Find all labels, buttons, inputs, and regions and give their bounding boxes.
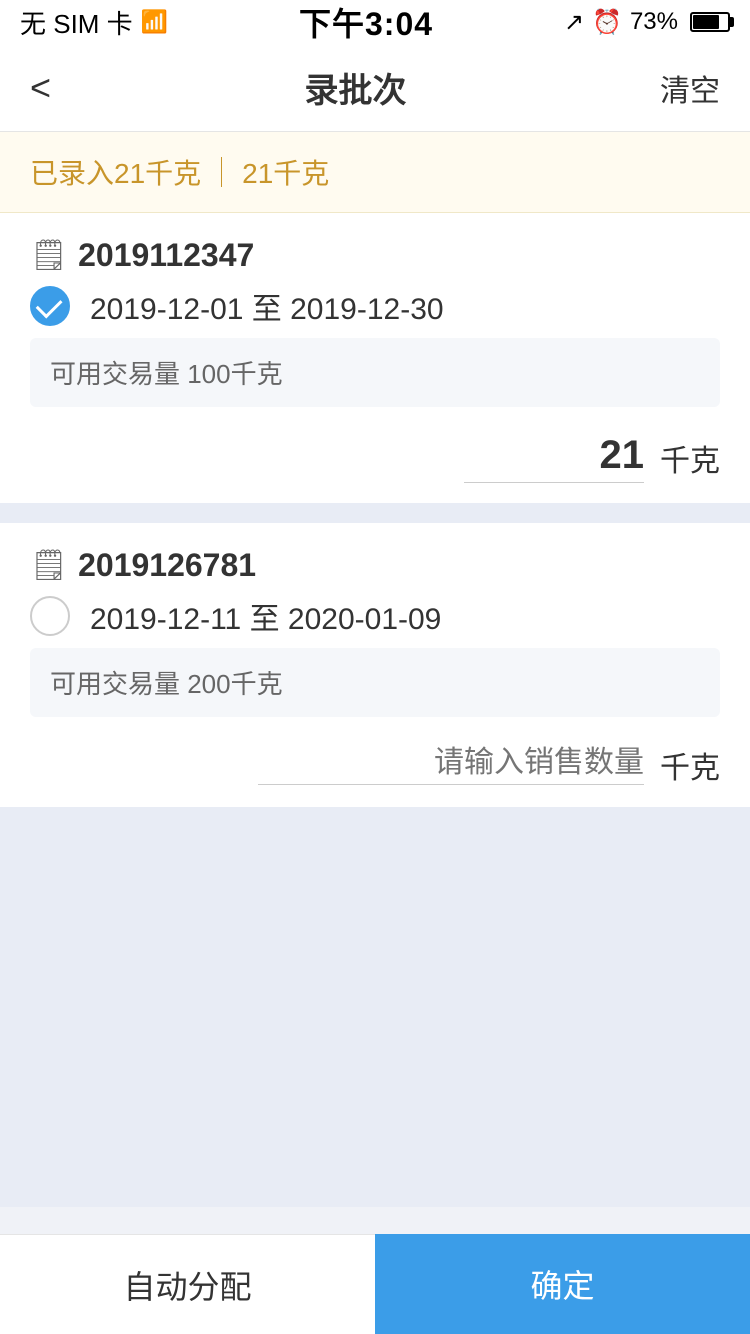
radio-btn-1[interactable] [30, 286, 70, 326]
status-bar: 无 SIM 卡 📶 下午3:04 ↗ ⏰ 73% [0, 0, 750, 44]
batch-date-1: 2019-12-01 至 2019-12-30 [90, 284, 444, 328]
content-area: 🗒 2019112347 2019-12-01 至 2019-12-30 可用交… [0, 213, 750, 1307]
location-icon: ↗ [564, 8, 584, 37]
bottom-bar: 自动分配 确定 [0, 1234, 750, 1334]
batch-card-2: 🗒 2019126781 2019-12-11 至 2020-01-09 可用交… [0, 523, 750, 807]
alarm-icon: ⏰ [592, 8, 622, 37]
amount-unit-1: 千克 [660, 436, 720, 480]
quantity-input-2[interactable] [258, 746, 644, 785]
radio-btn-2[interactable] [30, 596, 70, 636]
amount-underline-1: 21 [464, 433, 644, 483]
status-time: 下午3:04 [299, 0, 433, 45]
clear-button[interactable]: 清空 [660, 66, 720, 110]
batch-avail-2: 可用交易量 200千克 [30, 648, 720, 717]
doc-icon-2: 🗒 [30, 548, 68, 583]
wifi-icon: 📶 [141, 9, 168, 35]
batch-date-row-2[interactable]: 2019-12-11 至 2020-01-09 [0, 594, 750, 648]
status-carrier: 无 SIM 卡 📶 [20, 4, 168, 41]
batch-date-2: 2019-12-11 至 2020-01-09 [90, 594, 441, 638]
nav-bar: < 录批次 清空 [0, 44, 750, 132]
battery-percent: 73% [630, 8, 678, 36]
back-button[interactable]: < [30, 67, 51, 109]
confirm-button[interactable]: 确定 [375, 1234, 750, 1334]
carrier-text: 无 SIM 卡 [20, 4, 133, 41]
summary-bar: 已录入21千克 21千克 [0, 132, 750, 213]
summary-label: 已录入21千克 [30, 152, 201, 192]
page-title: 录批次 [305, 63, 407, 112]
summary-divider [221, 157, 222, 187]
amount-value-1[interactable]: 21 [600, 433, 645, 478]
summary-value: 21千克 [242, 152, 329, 192]
batch-card-1: 🗒 2019112347 2019-12-01 至 2019-12-30 可用交… [0, 213, 750, 503]
battery-icon [690, 12, 730, 32]
batch-id-2: 2019126781 [78, 547, 256, 584]
doc-icon-1: 🗒 [30, 238, 68, 273]
amount-row-1: 21 千克 [0, 423, 750, 503]
auto-distribute-button[interactable]: 自动分配 [0, 1234, 375, 1334]
batch-id-1: 2019112347 [78, 237, 254, 274]
status-right: ↗ ⏰ 73% [564, 8, 730, 37]
input-row-2: 千克 [0, 733, 750, 807]
section-divider [0, 503, 750, 523]
input-unit-2: 千克 [660, 743, 720, 787]
batch-header-2: 🗒 2019126781 [0, 523, 750, 594]
batch-header-1: 🗒 2019112347 [0, 213, 750, 284]
batch-avail-1: 可用交易量 100千克 [30, 338, 720, 407]
batch-date-row-1[interactable]: 2019-12-01 至 2019-12-30 [0, 284, 750, 338]
empty-area [0, 807, 750, 1207]
